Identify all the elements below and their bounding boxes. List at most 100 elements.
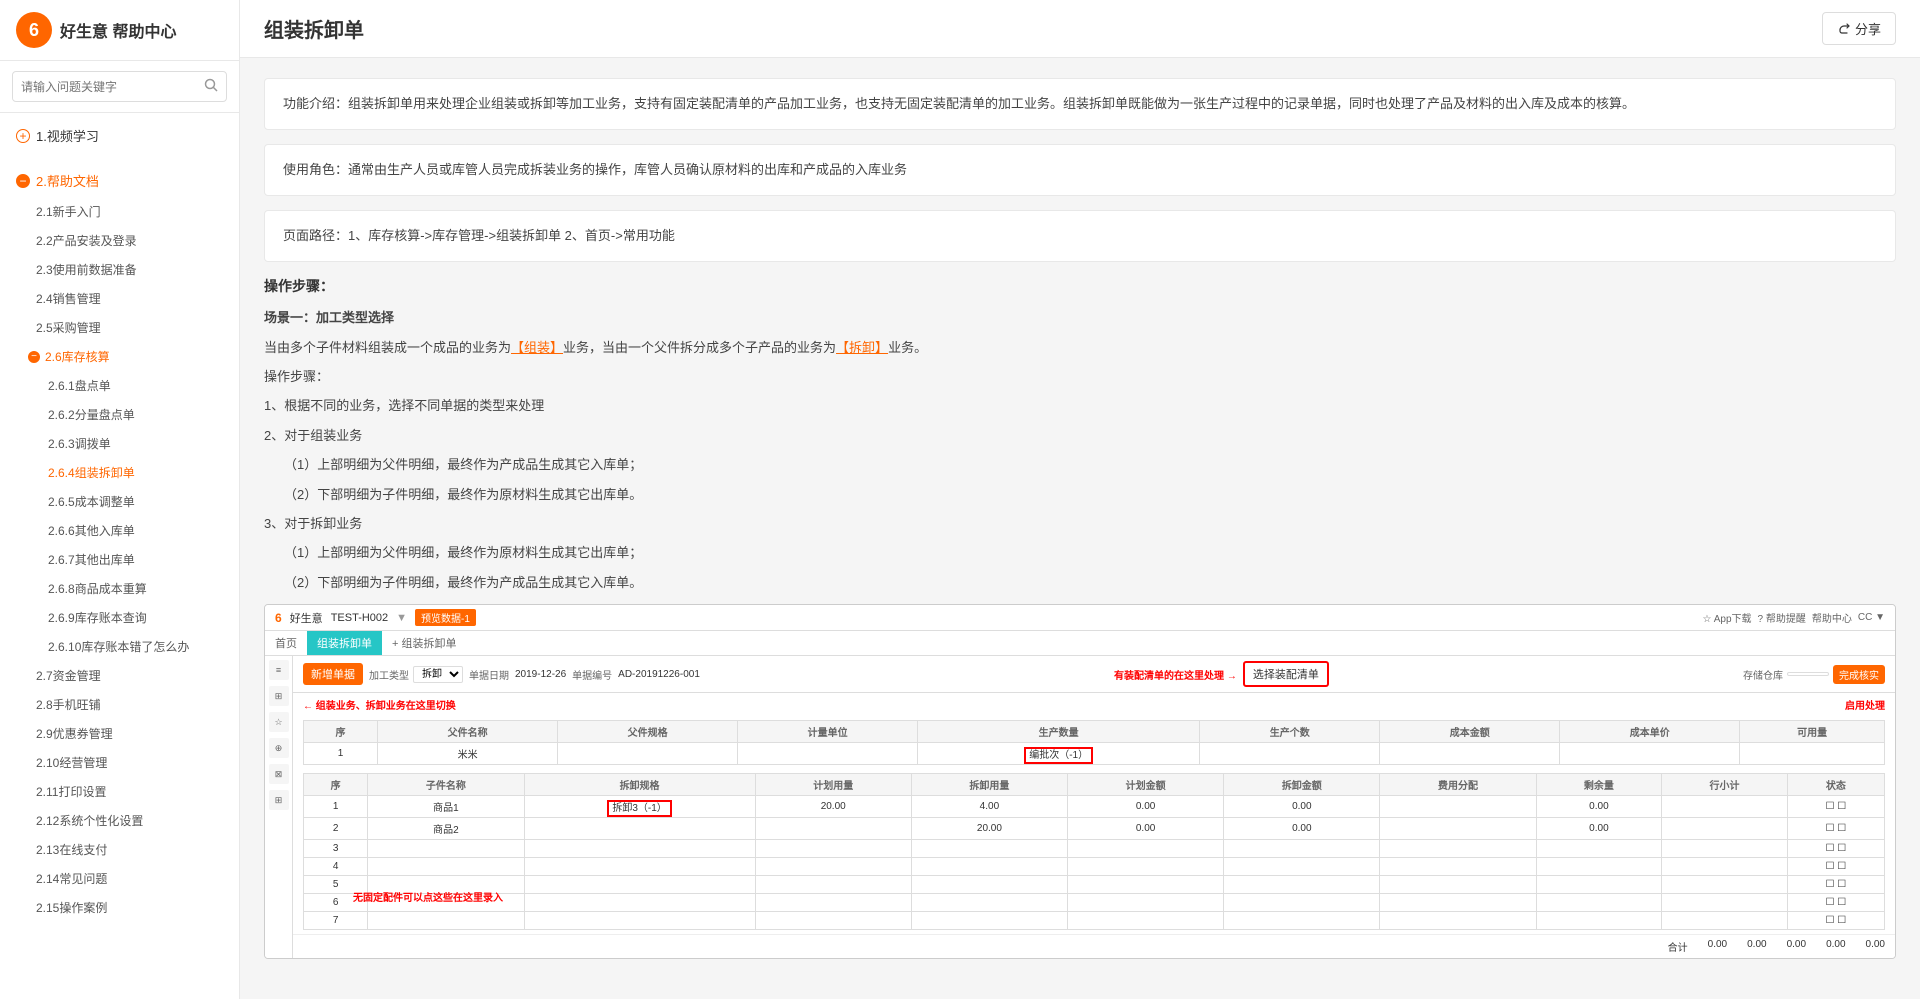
mock-icon-4: ⊕ <box>269 738 289 758</box>
sidebar-item-video[interactable]: + 1.视频学习 <box>0 119 239 152</box>
mock-tab-assembly: 组装拆卸单 <box>307 631 382 655</box>
mock-lh-actualamount: 拆卸金额 <box>1224 774 1380 796</box>
sidebar-item-sales[interactable]: 2.4销售管理 <box>0 284 239 313</box>
mock-type-label: 加工类型 <box>369 667 409 682</box>
mock-icon-5: ⊠ <box>269 764 289 784</box>
search-input[interactable] <box>13 74 196 100</box>
screenshot-container: 6 好生意 TEST-H002 ▼ 预览数据-1 ☆ App下载 ? 帮助提醒 … <box>264 604 1896 959</box>
sidebar-item-partstock[interactable]: 2.6.2分量盘点单 <box>0 400 239 429</box>
page-title: 组装拆卸单 <box>264 14 364 43</box>
mock-lh-spec: 拆卸规格 <box>524 774 755 796</box>
mock-help-icon: ? 帮助提醒 <box>1758 610 1806 625</box>
mock-lower-row-7: 7☐ ☐ <box>304 912 1885 930</box>
mock-lh-planqty: 计划用量 <box>755 774 911 796</box>
nav-section-1: + 1.视频学习 <box>0 113 239 158</box>
minus-icon-sm: − <box>28 351 40 363</box>
sidebar-item-stocktake[interactable]: 2.6.1盘点单 <box>0 371 239 400</box>
sidebar-item-costrecalc[interactable]: 2.6.8商品成本重算 <box>0 574 239 603</box>
mock-main: 新增单据 加工类型 拆卸 组装 单据日期 2019-12-26 <box>293 656 1895 958</box>
mock-logo: 6 <box>275 611 282 625</box>
mock-lr1-actual: 4.00 <box>911 796 1067 818</box>
mock-app: 6 好生意 TEST-H002 ▼ 预览数据-1 ☆ App下载 ? 帮助提醒 … <box>265 605 1895 958</box>
mock-lr1-remain: 0.00 <box>1536 796 1662 818</box>
link-disassemble: 【拆卸】 <box>836 340 888 355</box>
mock-annotation-row: ← 组装业务、拆卸业务在这里切换 启用处理 <box>293 693 1895 716</box>
mock-icon-6: ⊞ <box>269 790 289 810</box>
mock-lower-table-area: 序 子件名称 拆卸规格 计划用量 拆卸用量 计划金额 拆卸金额 费用分配 <box>293 769 1895 934</box>
role-text: 使用角色：通常由生产人员或库管人员完成拆装业务的操作，库管人员确认原材料的出库和… <box>283 162 907 177</box>
mock-spec1-highlight: 拆卸3（-1） <box>607 800 671 817</box>
sidebar-item-print[interactable]: 2.11打印设置 <box>0 777 239 806</box>
mock-lr1-cost <box>1380 796 1536 818</box>
mock-store-input[interactable] <box>1787 672 1829 676</box>
mock-uh-unit: 计量单位 <box>738 721 918 743</box>
mock-app-icon: ☆ App下载 <box>1703 610 1752 625</box>
mock-type-selector: 加工类型 拆卸 组装 <box>369 666 463 683</box>
mock-icon-2: ⊞ <box>269 686 289 706</box>
mock-icon-3: ☆ <box>269 712 289 732</box>
sidebar-item-stockfix[interactable]: 2.6.10库存账本错了怎么办 <box>0 632 239 661</box>
sidebar-item-bizmanage[interactable]: 2.10经营管理 <box>0 748 239 777</box>
sidebar-item-purchase[interactable]: 2.5采购管理 <box>0 313 239 342</box>
mock-lr1-sub <box>1662 796 1788 818</box>
sidebar-item-otherinbound[interactable]: 2.6.6其他入库单 <box>0 516 239 545</box>
mock-code-val: AD-20191226-001 <box>618 669 700 680</box>
annotation4: 无固定配件可以点这些在这里录入 <box>353 889 503 904</box>
mock-separator: ▼ <box>396 612 407 624</box>
mock-lower-table: 序 子件名称 拆卸规格 计划用量 拆卸用量 计划金额 拆卸金额 费用分配 <box>303 773 1885 930</box>
mock-qty1-highlight: 编批次（-1） <box>1024 747 1093 764</box>
mock-tabbar: 首页 组装拆卸单 + 组装拆卸单 <box>265 631 1895 656</box>
sidebar-item-install[interactable]: 2.2产品安装及登录 <box>0 226 239 255</box>
share-button[interactable]: 分享 <box>1822 12 1896 45</box>
mock-lr2-status: ☐ ☐ <box>1787 818 1884 840</box>
mock-ud-cost1 <box>1380 743 1560 765</box>
mock-ud-spec <box>558 743 738 765</box>
sidebar-item-cases[interactable]: 2.15操作案例 <box>0 893 239 922</box>
annotation1-text: 有装配清单的在这里处理 → <box>1114 667 1237 682</box>
mock-lh-actualqty: 拆卸用量 <box>911 774 1067 796</box>
mock-lr2-actual: 20.00 <box>911 818 1067 840</box>
sidebar-item-inventory[interactable]: − 2.6库存核算 <box>0 342 239 371</box>
sidebar-item-inventory-label: 2.6库存核算 <box>45 348 110 365</box>
sidebar-item-faq[interactable]: 2.14常见问题 <box>0 864 239 893</box>
sidebar-item-coupon[interactable]: 2.9优惠券管理 <box>0 719 239 748</box>
mock-titlebar: 6 好生意 TEST-H002 ▼ 预览数据-1 ☆ App下载 ? 帮助提醒 … <box>265 605 1895 631</box>
search-button[interactable] <box>196 72 226 101</box>
mock-uh-cost1: 成本金额 <box>1380 721 1560 743</box>
sidebar-item-costadjust[interactable]: 2.6.5成本调整单 <box>0 487 239 516</box>
sidebar-item-newbie[interactable]: 2.1新手入门 <box>0 197 239 226</box>
sidebar-item-mobile[interactable]: 2.8手机旺铺 <box>0 690 239 719</box>
sidebar-item-stockbook[interactable]: 2.6.9库存账本查询 <box>0 603 239 632</box>
mock-lr1-name: 商品1 <box>368 796 524 818</box>
mock-lr1-actualm: 0.00 <box>1224 796 1380 818</box>
mock-avatar-icon: CC ▼ <box>1858 612 1885 623</box>
sidebar-item-otheroutbound[interactable]: 2.6.7其他出库单 <box>0 545 239 574</box>
sidebar-item-finance[interactable]: 2.7资金管理 <box>0 661 239 690</box>
link-assembly: 【组装】 <box>511 340 563 355</box>
mock-type-select[interactable]: 拆卸 组装 <box>413 666 463 683</box>
sidebar-item-dataprep[interactable]: 2.3使用前数据准备 <box>0 255 239 284</box>
mock-lr1-status: ☐ ☐ <box>1787 796 1884 818</box>
mock-icon-1: ≡ <box>269 660 289 680</box>
mock-lr2-plan <box>755 818 911 840</box>
sidebar-item-transfer[interactable]: 2.6.3调拨单 <box>0 429 239 458</box>
mock-titlebar-right: ☆ App下载 ? 帮助提醒 帮助中心 CC ▼ <box>1703 610 1885 625</box>
mock-btn-confirm[interactable]: 完成核实 <box>1833 665 1885 684</box>
mock-toolbar: 新增单据 加工类型 拆卸 组装 单据日期 2019-12-26 <box>293 656 1895 693</box>
annotation2-text: 启用处理 <box>1845 697 1885 712</box>
mock-upper-table: 序 父件名称 父件规格 计量单位 生产数量 生产个数 成本金额 成本单价 <box>303 720 1885 765</box>
logo-text: 好生意 帮助中心 <box>60 18 176 42</box>
mock-lr2-cost <box>1380 818 1536 840</box>
step2-text: 2、对于组装业务 <box>264 424 1896 447</box>
sidebar-item-docs[interactable]: − 2.帮助文档 <box>0 164 239 197</box>
mock-uh-qty1: 生产数量 <box>918 721 1200 743</box>
mock-btn-select-bom[interactable]: 选择装配清单 <box>1243 661 1329 687</box>
sidebar-item-payment[interactable]: 2.13在线支付 <box>0 835 239 864</box>
step3a-text: （1）上部明细为父件明细，最终作为原材料生成其它出库单； <box>264 541 1896 564</box>
sidebar-item-customize[interactable]: 2.12系统个性化设置 <box>0 806 239 835</box>
mock-btn-newadd[interactable]: 新增单据 <box>303 663 363 685</box>
mock-lh-subtotal: 行小计 <box>1662 774 1788 796</box>
mock-lh-name: 子件名称 <box>368 774 524 796</box>
sidebar-item-assembly[interactable]: 2.6.4组装拆卸单 <box>0 458 239 487</box>
share-label: 分享 <box>1855 19 1881 38</box>
